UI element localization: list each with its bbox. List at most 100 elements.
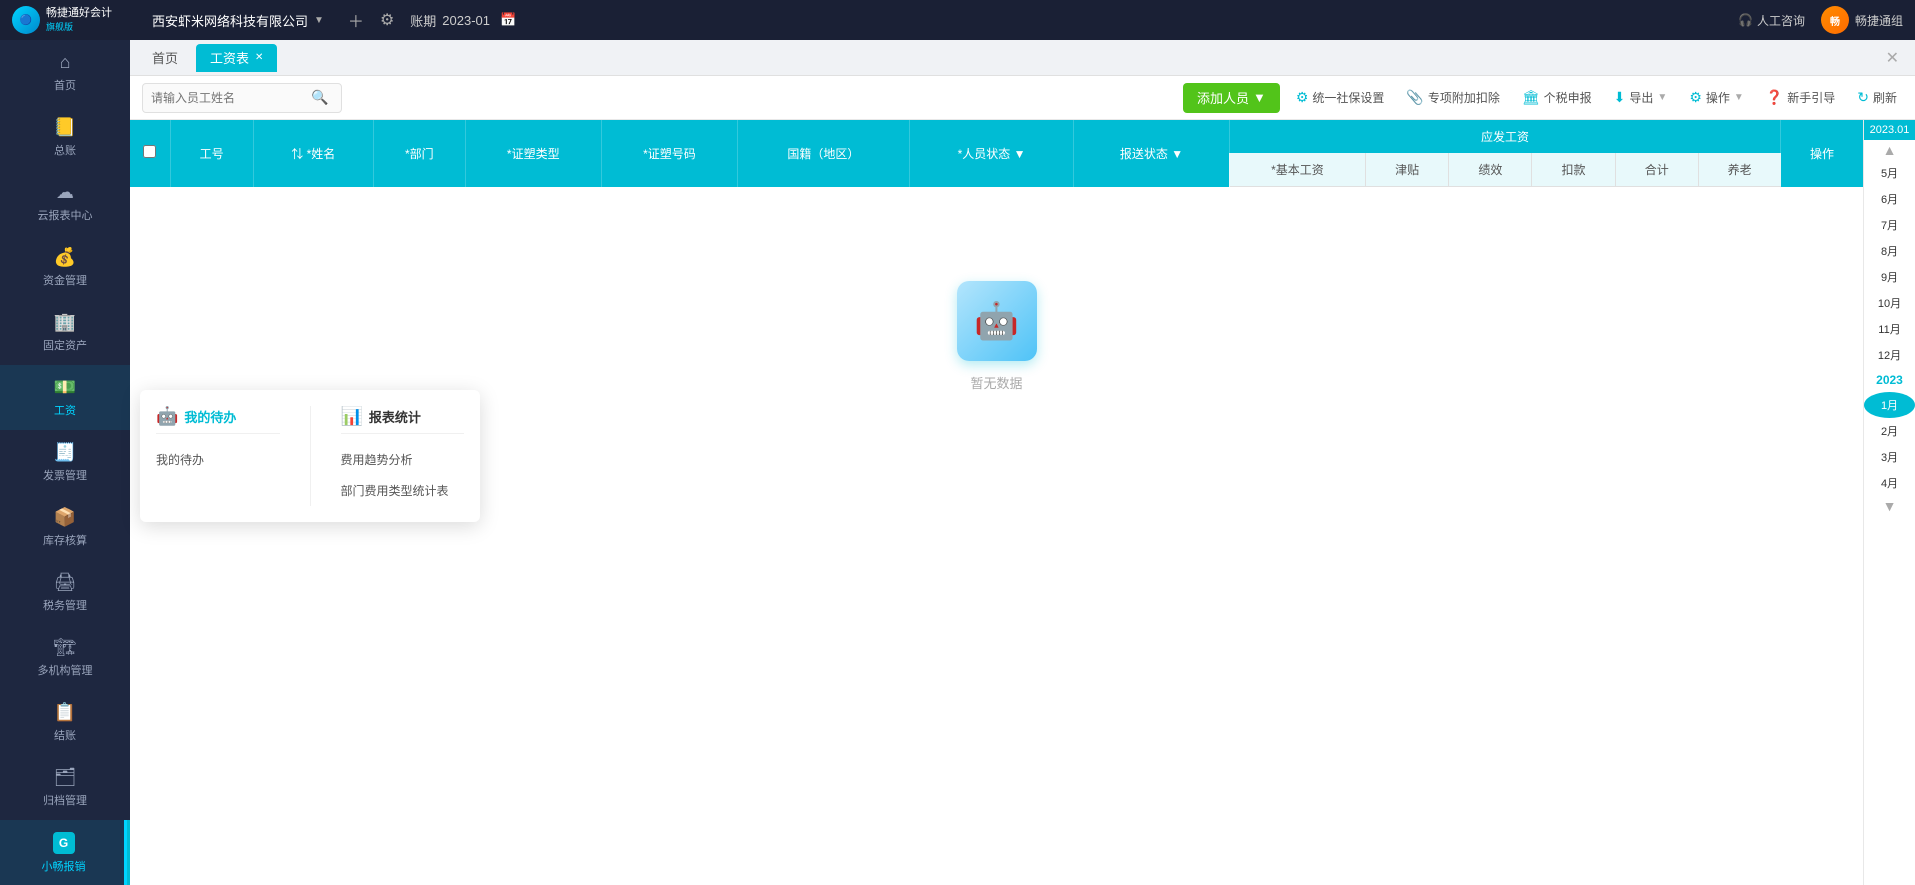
export-btn[interactable]: ⬇ 导出 ▼ <box>1608 85 1674 110</box>
month-item-aug[interactable]: 8月 <box>1864 238 1915 264</box>
tab-close-icon[interactable]: ✕ <box>255 52 263 63</box>
sidebar-label-home: 首页 <box>54 77 76 93</box>
report-col-icon: 📊 <box>341 406 363 427</box>
support-icon: 🎧 <box>1738 13 1753 27</box>
month-item-mar[interactable]: 3月 <box>1864 444 1915 470</box>
sidebar-item-cloud-report[interactable]: ☁ 云报表中心 <box>0 170 130 235</box>
todo-col-title: 我的待办 <box>184 407 236 426</box>
company-dropdown-icon: ▼ <box>314 15 324 26</box>
th-checkbox <box>130 120 170 187</box>
tab-home[interactable]: 首页 <box>138 44 192 72</box>
sidebar-item-archive[interactable]: 🗂 归档管理 <box>0 755 130 820</box>
add-person-button[interactable]: 添加人员 ▼ <box>1183 83 1280 113</box>
dropdown-item-dept-expense[interactable]: 部门费用类型统计表 <box>341 475 465 506</box>
month-item-apr[interactable]: 4月 <box>1864 470 1915 496</box>
filter-icon-person[interactable]: ▼ <box>1014 147 1026 161</box>
user-initials: 畅 <box>1830 13 1840 28</box>
special-deduction-icon: 📎 <box>1406 89 1423 106</box>
sidebar-item-general-ledger[interactable]: 📒 总账 <box>0 105 130 170</box>
tab-salary[interactable]: 工资表 ✕ <box>196 44 277 72</box>
sidebar-label-assets: 固定资产 <box>43 337 87 353</box>
operations-btn[interactable]: ⚙ 操作 ▼ <box>1683 85 1749 110</box>
user-avatar: 畅 <box>1821 6 1849 34</box>
dropdown-item-expense-trend[interactable]: 费用趋势分析 <box>341 444 465 475</box>
month-item-jan-active[interactable]: 1月 <box>1864 392 1915 418</box>
settings-icon[interactable]: ⚙ <box>376 6 398 34</box>
new-guide-label: 新手引导 <box>1787 89 1835 106</box>
social-security-icon: ⚙ <box>1296 89 1309 106</box>
invoice-icon: 🧾 <box>54 442 76 463</box>
support-button[interactable]: 🎧 人工咨询 <box>1738 12 1805 29</box>
month-item-jul[interactable]: 7月 <box>1864 212 1915 238</box>
search-input[interactable] <box>151 91 311 105</box>
user-area[interactable]: 畅 畅捷通组 <box>1821 6 1903 34</box>
filter-icon-report[interactable]: ▼ <box>1171 147 1183 161</box>
new-guide-btn[interactable]: ❓ 新手引导 <box>1760 85 1841 110</box>
personal-tax-btn[interactable]: 🏛 个税申报 <box>1516 85 1598 110</box>
social-security-label: 统一社保设置 <box>1312 89 1384 106</box>
app-edition: 旗舰版 <box>46 20 112 33</box>
th-id-number: *证塑号码 <box>601 120 737 187</box>
month-nav-up[interactable]: ▲ <box>1864 140 1915 160</box>
report-col-title: 报表统计 <box>369 407 421 426</box>
select-all-checkbox[interactable] <box>143 145 156 158</box>
header-actions: ＋ ⚙ <box>344 4 398 36</box>
sidebar-item-multi-org[interactable]: 🏗 多机构管理 <box>0 625 130 690</box>
add-person-dropdown-icon: ▼ <box>1253 90 1266 105</box>
month-nav-down[interactable]: ▼ <box>1864 496 1915 516</box>
home-icon: ⌂ <box>60 52 71 73</box>
period-area: 账期 2023-01 📅 <box>410 8 520 32</box>
top-header: 🔵 畅捷通好会计 旗舰版 西安虾米网络科技有限公司 ▼ ＋ ⚙ 账期 2023-… <box>0 0 1915 40</box>
sidebar-item-invoice[interactable]: 🧾 发票管理 <box>0 430 130 495</box>
th-number: 工号 <box>170 120 253 187</box>
tab-bar: 首页 工资表 ✕ ✕ <box>130 40 1915 76</box>
sidebar-item-settle[interactable]: 📋 结账 <box>0 690 130 755</box>
settle-icon: 📋 <box>54 702 76 723</box>
empty-text: 暂无数据 <box>970 373 1022 392</box>
calendar-icon[interactable]: 📅 <box>496 8 520 32</box>
app-logo: 🔵 <box>12 6 40 34</box>
month-item-feb[interactable]: 2月 <box>1864 418 1915 444</box>
th-dept: *部门 <box>373 120 465 187</box>
dropdown-section: 🤖 我的待办 我的待办 📊 报表统计 费用趋势分析 部门费用类型统计表 <box>156 406 464 506</box>
sidebar-item-fixed-assets[interactable]: 🏢 固定资产 <box>0 300 130 365</box>
month-item-oct[interactable]: 10月 <box>1864 290 1915 316</box>
sidebar-item-salary[interactable]: 💵 工资 <box>0 365 130 430</box>
th-deduction: 扣款 <box>1532 153 1615 187</box>
month-item-dec[interactable]: 12月 <box>1864 342 1915 368</box>
th-yingfa-wages: 应发工资 <box>1229 120 1780 153</box>
sidebar: ⌂ 首页 📒 总账 ☁ 云报表中心 💰 资金管理 🏢 固定资产 💵 工资 🧾 发… <box>0 40 130 885</box>
add-icon[interactable]: ＋ <box>344 4 368 36</box>
company-selector[interactable]: 西安虾米网络科技有限公司 ▼ <box>144 7 332 34</box>
sidebar-item-tax[interactable]: 🖨 税务管理 <box>0 560 130 625</box>
refresh-icon: ↻ <box>1857 89 1869 106</box>
sort-icon-name[interactable]: ⇅ <box>291 147 303 161</box>
month-panel: 2023.01 ▲ 5月 6月 7月 8月 9月 10月 11月 12月 202… <box>1863 120 1915 885</box>
refresh-btn[interactable]: ↻ 刷新 <box>1851 85 1903 110</box>
logo-area: 🔵 畅捷通好会计 旗舰版 <box>12 6 132 34</box>
month-item-sep[interactable]: 9月 <box>1864 264 1915 290</box>
export-icon: ⬇ <box>1614 89 1626 106</box>
month-item-may[interactable]: 5月 <box>1864 160 1915 186</box>
special-deduction-btn[interactable]: 📎 专项附加扣除 <box>1400 85 1505 110</box>
th-report-status: 报送状态 ▼ <box>1074 120 1230 187</box>
dropdown-item-my-todo[interactable]: 我的待办 <box>156 444 280 475</box>
sidebar-item-xiaochang[interactable]: G 小畅报销 <box>0 820 130 885</box>
ledger-icon: 📒 <box>54 117 76 138</box>
tax-icon: 🖨 <box>54 572 77 593</box>
sidebar-label-cloud: 云报表中心 <box>38 207 93 223</box>
dropdown-overlay: 🤖 我的待办 我的待办 📊 报表统计 费用趋势分析 部门费用类型统计表 <box>140 390 480 522</box>
tab-bar-right: ✕ <box>1878 48 1907 68</box>
logo-icon-shape: 🔵 <box>20 15 32 26</box>
export-label: 导出 <box>1629 89 1653 106</box>
window-close-icon[interactable]: ✕ <box>1878 46 1907 71</box>
social-security-btn[interactable]: ⚙ 统一社保设置 <box>1290 85 1391 110</box>
refresh-label: 刷新 <box>1873 89 1897 106</box>
sidebar-item-inventory[interactable]: 📦 库存核算 <box>0 495 130 560</box>
sidebar-item-home[interactable]: ⌂ 首页 <box>0 40 130 105</box>
month-item-nov[interactable]: 11月 <box>1864 316 1915 342</box>
company-name: 西安虾米网络科技有限公司 <box>152 11 308 30</box>
sidebar-item-fund[interactable]: 💰 资金管理 <box>0 235 130 300</box>
new-guide-icon: ❓ <box>1766 89 1783 106</box>
month-item-jun[interactable]: 6月 <box>1864 186 1915 212</box>
